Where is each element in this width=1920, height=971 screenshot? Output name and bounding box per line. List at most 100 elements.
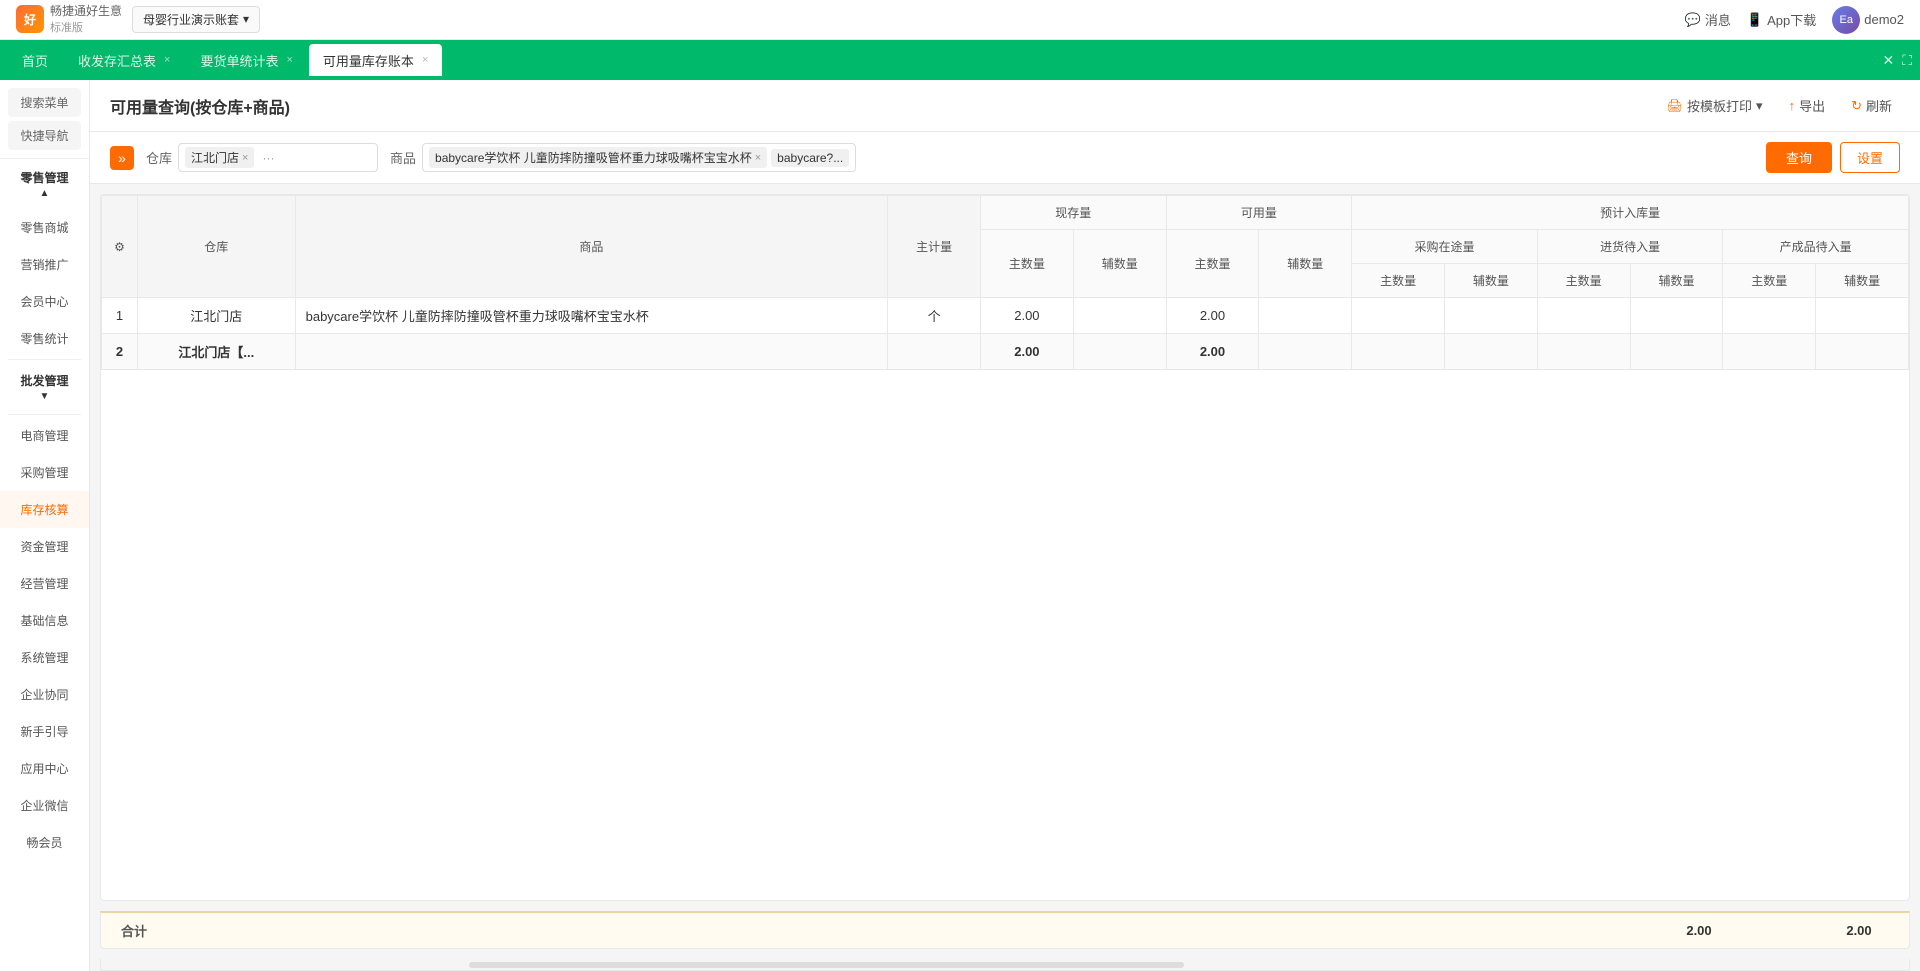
tab-home[interactable]: 首页: [8, 44, 62, 76]
row2-current-main-qty: 2.00: [981, 334, 1074, 370]
scroll-bar-thumb: [469, 962, 1184, 968]
settings-btn[interactable]: 设置: [1840, 142, 1900, 173]
th-available-main-qty: 主数量: [1166, 230, 1259, 298]
filter-actions: 查询 设置: [1766, 142, 1900, 173]
print-template-label: 按模板打印: [1687, 96, 1752, 115]
row2-available-aux-qty: [1259, 334, 1352, 370]
sidebar-item-retail-mall[interactable]: 零售商城: [0, 209, 89, 246]
sidebar-item-basic-info[interactable]: 基础信息: [0, 602, 89, 639]
row2-product: [295, 334, 888, 370]
sidebar-item-ecommerce[interactable]: 电商管理: [0, 417, 89, 454]
sidebar-item-purchase[interactable]: 采购管理: [0, 454, 89, 491]
logo-text-group: 畅捷通好生意 标准版: [50, 4, 122, 34]
row1-purchase-aux-qty: [1444, 298, 1537, 334]
tab-receive-summary[interactable]: 收发存汇总表 ×: [64, 44, 184, 76]
warehouse-tag-jiangbei: 江北门店 ×: [185, 147, 254, 168]
tab-available-ledger[interactable]: 可用量库存账本 ×: [309, 44, 442, 76]
top-bar-left: 好 畅捷通好生意 标准版 母婴行业演示账套 ▾: [16, 4, 260, 34]
th-purchase-aux-qty: 辅数量: [1444, 264, 1537, 298]
sidebar-enterprise-collab-label: 企业协同: [20, 686, 68, 703]
sidebar-item-retail-stats[interactable]: 零售统计: [0, 320, 89, 357]
row2-finished-main-qty: [1723, 334, 1816, 370]
row1-current-aux-qty: [1073, 298, 1166, 334]
sidebar-divider-1: [8, 359, 81, 360]
app-icon: 📱: [1747, 12, 1763, 28]
main-layout: 搜索菜单 快捷导航 零售管理 ▲ 零售商城 营销推广 会员中心 零售统计 批发管…: [0, 80, 1920, 971]
sidebar-item-inventory[interactable]: 库存核算: [0, 491, 89, 528]
refresh-btn[interactable]: ↻ 刷新: [1843, 92, 1900, 119]
export-label: 导出: [1799, 96, 1825, 115]
sidebar-item-marketing[interactable]: 营销推广: [0, 246, 89, 283]
query-btn[interactable]: 查询: [1766, 142, 1832, 173]
nav-tabs: 首页 收发存汇总表 × 要货单统计表 × 可用量库存账本 × ✕ ⛶: [0, 40, 1920, 80]
warehouse-tag-remove[interactable]: ×: [242, 152, 248, 164]
avatar: Ea: [1832, 6, 1860, 34]
sidebar-app-center-label: 应用中心: [20, 760, 68, 777]
close-window-btn[interactable]: ✕: [1882, 52, 1894, 69]
filter-expand-btn[interactable]: »: [110, 146, 134, 170]
tab-available-ledger-close[interactable]: ×: [422, 54, 428, 66]
table-row: 1 江北门店 babycare学饮杯 儿童防摔防撞吸管杯重力球吸嘴杯宝宝水杯 个…: [102, 298, 1909, 334]
warehouse-filter-more[interactable]: ···: [258, 151, 278, 165]
th-purchase-transit-group: 采购在途量: [1352, 230, 1538, 264]
export-icon: ↑: [1789, 98, 1796, 113]
sidebar-item-operations[interactable]: 经营管理: [0, 565, 89, 602]
sidebar-retail-mall-label: 零售商城: [20, 219, 68, 236]
user-area[interactable]: Ea demo2: [1832, 6, 1904, 34]
sidebar-search-btn[interactable]: 搜索菜单: [8, 88, 81, 117]
sidebar-item-wholesale-mgmt[interactable]: 批发管理 ▼: [0, 362, 89, 412]
sidebar-basic-info-label: 基础信息: [20, 612, 68, 629]
export-btn[interactable]: ↑ 导出: [1781, 92, 1834, 119]
print-template-btn[interactable]: 🖨 按模板打印 ▾: [1659, 92, 1771, 119]
content-area: 可用量查询(按仓库+商品) 🖨 按模板打印 ▾ ↑ 导出 ↻ 刷新 »: [90, 80, 1920, 971]
message-label: 消息: [1705, 10, 1731, 29]
app-download-action[interactable]: 📱 App下载: [1747, 10, 1816, 29]
sidebar-quick-nav-btn[interactable]: 快捷导航: [8, 121, 81, 150]
sidebar-system-label: 系统管理: [20, 649, 68, 666]
tab-receive-summary-label: 收发存汇总表: [78, 51, 156, 70]
sidebar-item-member[interactable]: 畅会员: [0, 824, 89, 861]
page-title: 可用量查询(按仓库+商品): [110, 94, 290, 118]
tab-order-stats-close[interactable]: ×: [286, 54, 292, 66]
sidebar-item-retail-mgmt[interactable]: 零售管理 ▲: [0, 159, 89, 209]
row1-product: babycare学饮杯 儿童防摔防撞吸管杯重力球吸嘴杯宝宝水杯: [295, 298, 888, 334]
sidebar-item-member-center[interactable]: 会员中心: [0, 283, 89, 320]
logo-area: 好 畅捷通好生意 标准版: [16, 4, 122, 34]
th-available-aux-qty: 辅数量: [1259, 230, 1352, 298]
chevron-up-icon: ▲: [40, 188, 50, 199]
refresh-label: 刷新: [1866, 96, 1892, 115]
window-controls: ✕ ⛶: [1882, 52, 1912, 69]
sidebar-item-finance[interactable]: 资金管理: [0, 528, 89, 565]
tab-receive-summary-close[interactable]: ×: [164, 54, 170, 66]
sidebar-item-app-center[interactable]: 应用中心: [0, 750, 89, 787]
app-download-label: App下载: [1767, 10, 1816, 29]
footer-available-main-qty: 2.00: [1819, 923, 1899, 938]
sidebar-operations-label: 经营管理: [20, 575, 68, 592]
product-filter-tags[interactable]: babycare学饮杯 儿童防摔防撞吸管杯重力球吸嘴杯宝宝水杯 × babyca…: [422, 143, 856, 172]
sidebar-inventory-label: 库存核算: [20, 501, 68, 518]
th-current-aux-qty: 辅数量: [1073, 230, 1166, 298]
sidebar-divider-2: [8, 414, 81, 415]
message-action[interactable]: 💬 消息: [1685, 10, 1731, 29]
table-scroll-bar[interactable]: [100, 959, 1910, 971]
tab-home-label: 首页: [22, 51, 48, 70]
industry-select-text: 母婴行业演示账套: [143, 11, 239, 28]
sidebar-item-enterprise-wechat[interactable]: 企业微信: [0, 787, 89, 824]
th-current-stock-group: 现存量: [981, 196, 1167, 230]
sidebar-item-enterprise-collab[interactable]: 企业协同: [0, 676, 89, 713]
username-label: demo2: [1864, 12, 1904, 27]
th-settings[interactable]: ⚙: [102, 196, 138, 298]
sidebar-member-center-label: 会员中心: [20, 293, 68, 310]
sidebar-item-system[interactable]: 系统管理: [0, 639, 89, 676]
sidebar-search-area: 搜索菜单 快捷导航: [0, 80, 89, 159]
product-tag-2: babycare?...: [771, 149, 849, 167]
sidebar-item-new-guide[interactable]: 新手引导: [0, 713, 89, 750]
row1-warehouse: 江北门店: [138, 298, 296, 334]
tab-order-stats[interactable]: 要货单统计表 ×: [186, 44, 306, 76]
industry-select[interactable]: 母婴行业演示账套 ▾: [132, 6, 260, 33]
warehouse-filter-tags[interactable]: 江北门店 × ···: [178, 143, 378, 172]
logo-icon: 好: [16, 5, 44, 33]
row1-available-aux-qty: [1259, 298, 1352, 334]
maximize-window-btn[interactable]: ⛶: [1902, 52, 1912, 69]
product-tag-1-remove[interactable]: ×: [755, 152, 761, 164]
